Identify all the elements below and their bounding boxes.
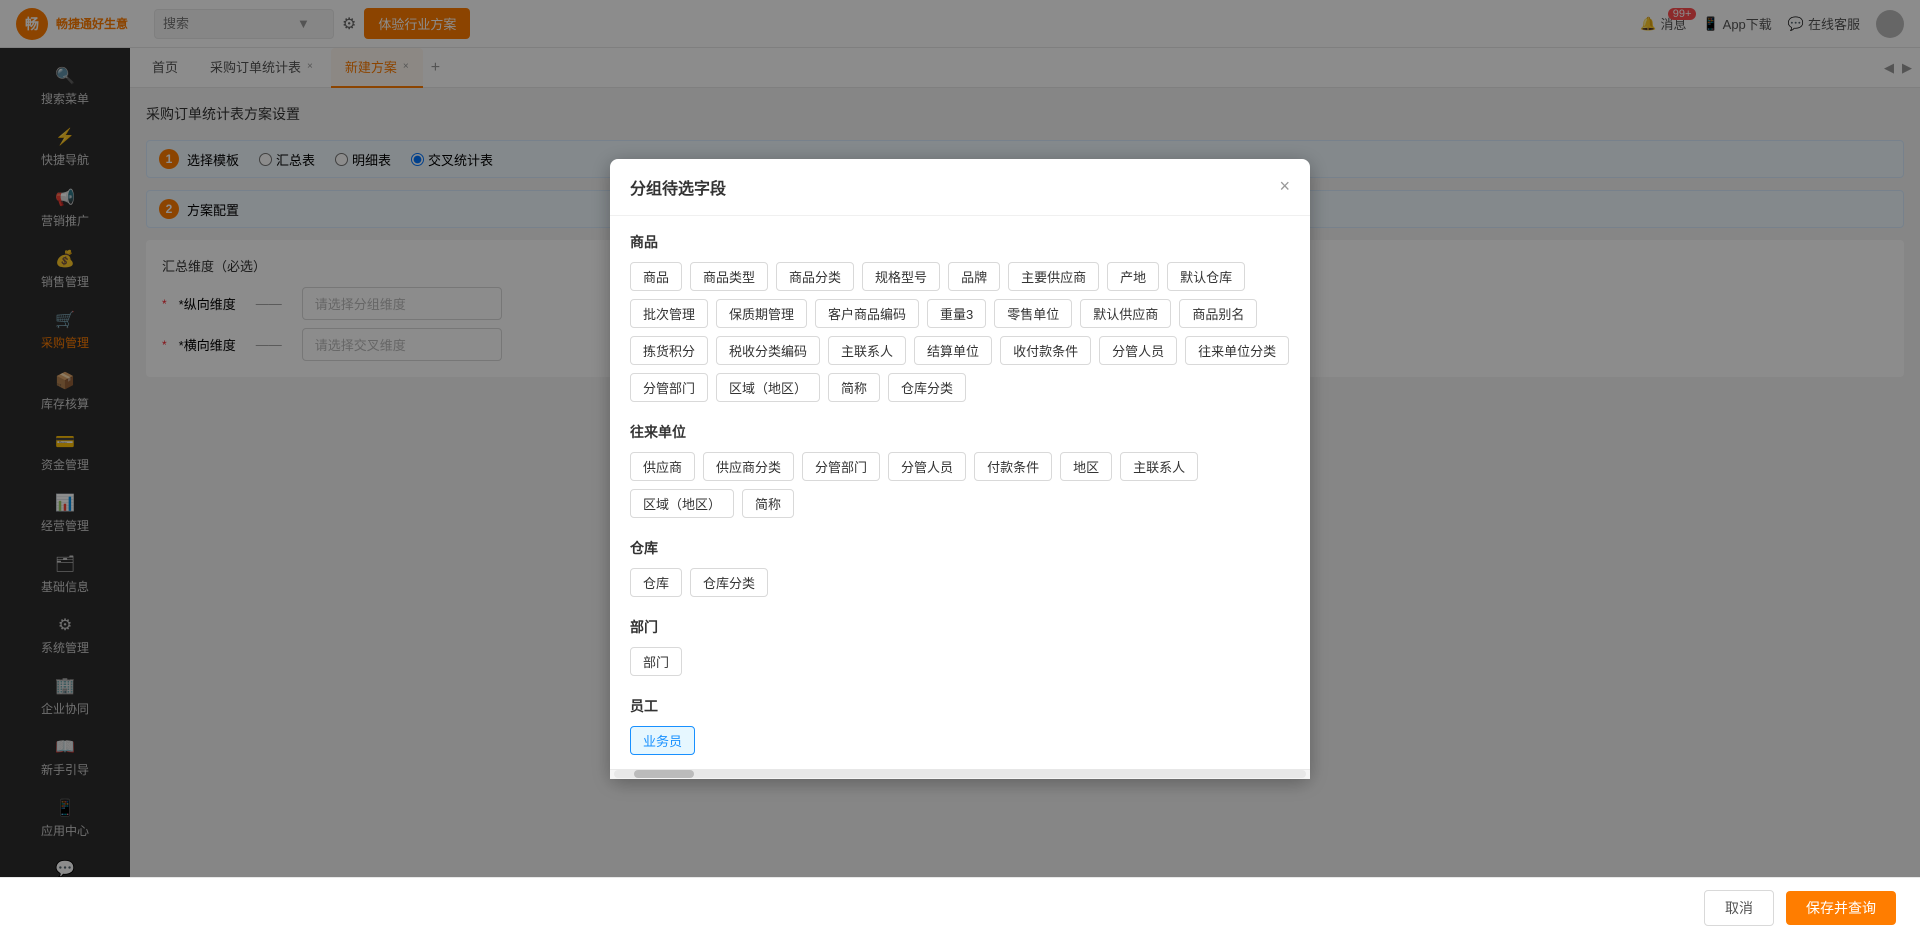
field-tag[interactable]: 商品别名	[1179, 299, 1257, 328]
modal-header: 分组待选字段 ×	[610, 159, 1310, 216]
modal-close-btn[interactable]: ×	[1279, 176, 1290, 197]
field-tag[interactable]: 重量3	[927, 299, 986, 328]
section-partner: 往来单位 供应商 供应商分类 分管部门 分管人员 付款条件 地区 主联系人 区域…	[630, 422, 1290, 518]
field-tag[interactable]: 部门	[630, 647, 682, 676]
field-tag[interactable]: 简称	[828, 373, 880, 402]
warehouse-field-tags: 仓库 仓库分类	[630, 568, 1290, 597]
field-tag[interactable]: 商品	[630, 262, 682, 291]
field-tag[interactable]: 拣货积分	[630, 336, 708, 365]
field-tag[interactable]: 简称	[742, 489, 794, 518]
field-tag[interactable]: 分管人员	[1099, 336, 1177, 365]
field-select-modal: 分组待选字段 × 商品 商品 商品类型 商品分类 规格型号 品牌 主要供应商 产…	[610, 159, 1310, 779]
section-product: 商品 商品 商品类型 商品分类 规格型号 品牌 主要供应商 产地 默认仓库 批次…	[630, 232, 1290, 402]
field-tag[interactable]: 分管部门	[630, 373, 708, 402]
employee-field-tags: 业务员	[630, 726, 1290, 755]
partner-field-tags: 供应商 供应商分类 分管部门 分管人员 付款条件 地区 主联系人 区域（地区） …	[630, 452, 1290, 518]
field-tag[interactable]: 区域（地区）	[630, 489, 734, 518]
field-tag[interactable]: 默认仓库	[1167, 262, 1245, 291]
modal-footer: 取消 保存并查询	[0, 877, 1920, 937]
modal-body: 商品 商品 商品类型 商品分类 规格型号 品牌 主要供应商 产地 默认仓库 批次…	[610, 216, 1310, 769]
field-tag[interactable]: 付款条件	[974, 452, 1052, 481]
field-tag[interactable]: 区域（地区）	[716, 373, 820, 402]
section-department-title: 部门	[630, 617, 1290, 637]
field-tag[interactable]: 商品类型	[690, 262, 768, 291]
field-tag[interactable]: 商品分类	[776, 262, 854, 291]
field-tag[interactable]: 客户商品编码	[815, 299, 919, 328]
section-partner-title: 往来单位	[630, 422, 1290, 442]
field-tag[interactable]: 仓库分类	[690, 568, 768, 597]
field-tag[interactable]: 规格型号	[862, 262, 940, 291]
field-tag[interactable]: 分管人员	[888, 452, 966, 481]
dept-field-tags: 部门	[630, 647, 1290, 676]
section-warehouse-title: 仓库	[630, 538, 1290, 558]
cancel-button[interactable]: 取消	[1704, 890, 1774, 926]
field-tag[interactable]: 供应商分类	[703, 452, 794, 481]
field-tag[interactable]: 往来单位分类	[1185, 336, 1289, 365]
modal-title: 分组待选字段	[630, 175, 726, 199]
field-tag[interactable]: 保质期管理	[716, 299, 807, 328]
field-tag[interactable]: 收付款条件	[1000, 336, 1091, 365]
section-warehouse: 仓库 仓库 仓库分类	[630, 538, 1290, 597]
field-tag[interactable]: 供应商	[630, 452, 695, 481]
field-tag-employee[interactable]: 业务员	[630, 726, 695, 755]
scroll-thumb	[634, 770, 694, 778]
field-tag[interactable]: 主联系人	[1120, 452, 1198, 481]
field-tag[interactable]: 品牌	[948, 262, 1000, 291]
section-employee: 员工 业务员	[630, 696, 1290, 755]
field-tag[interactable]: 批次管理	[630, 299, 708, 328]
product-field-tags: 商品 商品类型 商品分类 规格型号 品牌 主要供应商 产地 默认仓库 批次管理 …	[630, 262, 1290, 402]
field-tag[interactable]: 结算单位	[914, 336, 992, 365]
field-tag[interactable]: 产地	[1107, 262, 1159, 291]
field-tag[interactable]: 税收分类编码	[716, 336, 820, 365]
field-tag[interactable]: 仓库	[630, 568, 682, 597]
field-tag[interactable]: 默认供应商	[1080, 299, 1171, 328]
field-tag[interactable]: 分管部门	[802, 452, 880, 481]
modal-overlay: 分组待选字段 × 商品 商品 商品类型 商品分类 规格型号 品牌 主要供应商 产…	[0, 0, 1920, 937]
field-tag[interactable]: 零售单位	[994, 299, 1072, 328]
modal-horizontal-scrollbar[interactable]	[610, 769, 1310, 779]
section-department: 部门 部门	[630, 617, 1290, 676]
scroll-track	[614, 770, 1306, 778]
section-product-title: 商品	[630, 232, 1290, 252]
field-tag[interactable]: 仓库分类	[888, 373, 966, 402]
field-tag[interactable]: 主联系人	[828, 336, 906, 365]
section-employee-title: 员工	[630, 696, 1290, 716]
field-tag[interactable]: 地区	[1060, 452, 1112, 481]
field-tag[interactable]: 主要供应商	[1008, 262, 1099, 291]
confirm-button[interactable]: 保存并查询	[1786, 891, 1896, 925]
